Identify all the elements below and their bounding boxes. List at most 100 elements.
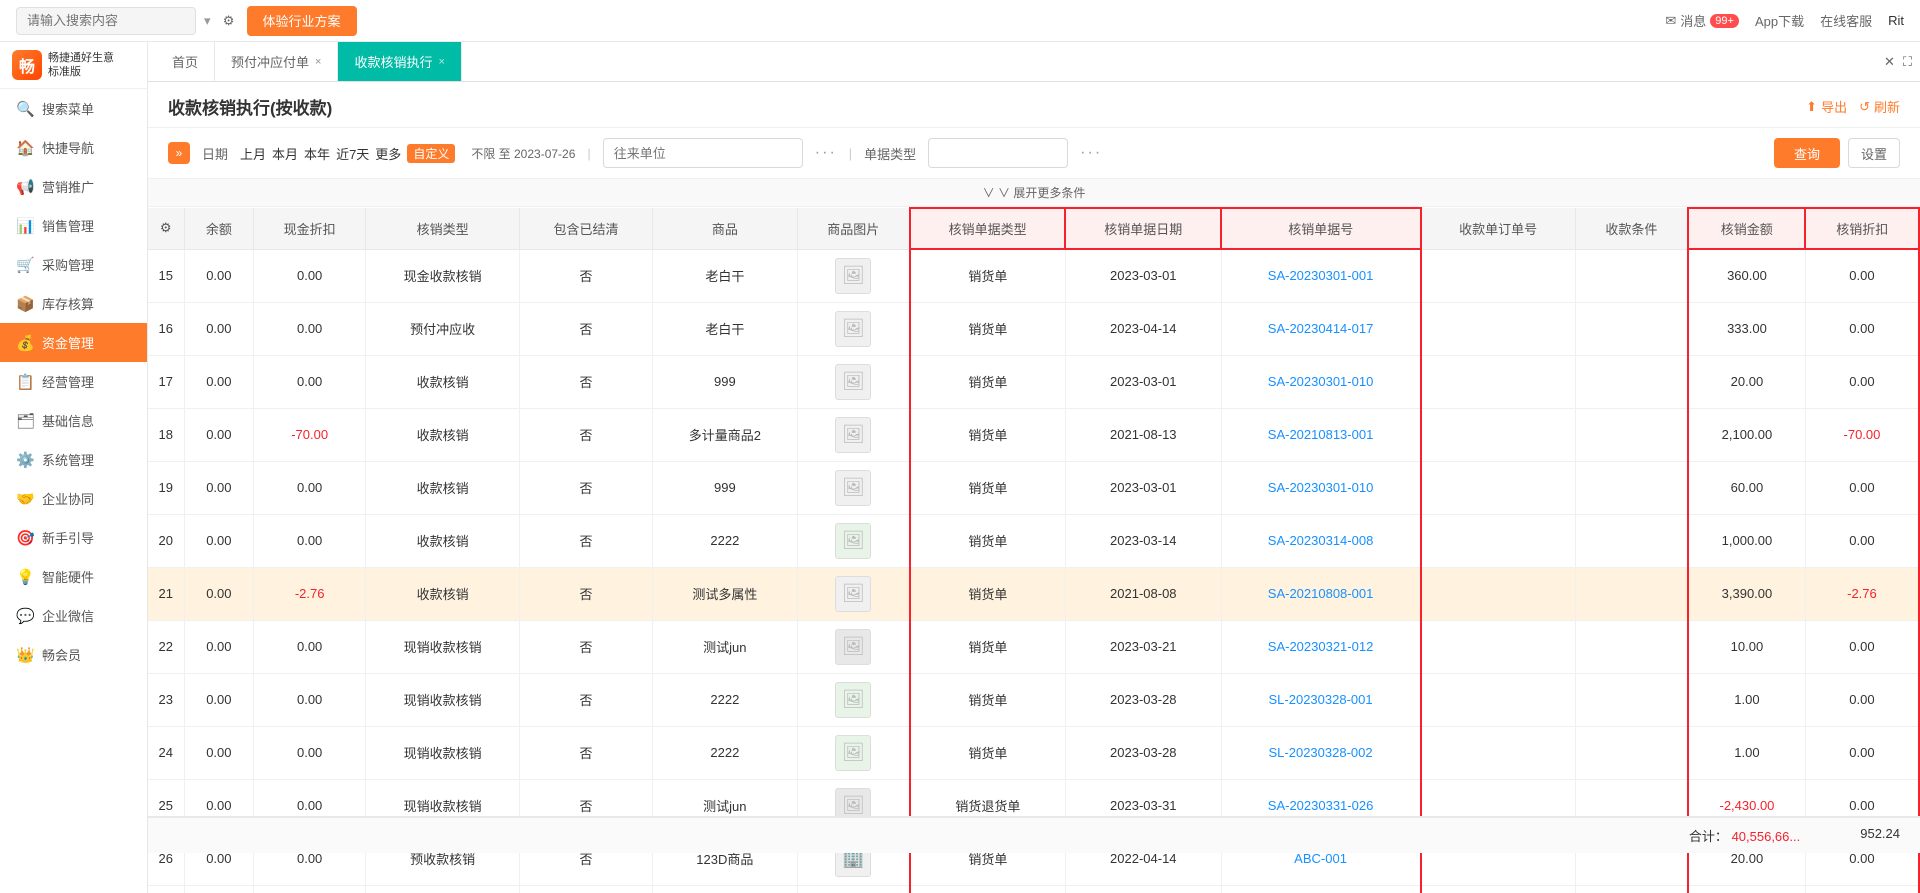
cell-included: 否 <box>520 567 653 620</box>
doc-no-link[interactable]: SA-20230301-010 <box>1268 374 1374 389</box>
gear-icon[interactable]: ⚙ <box>219 11 239 31</box>
maximize-icon[interactable]: ⛶ <box>1903 54 1912 70</box>
close-window-icon[interactable]: ✕ <box>1884 54 1895 70</box>
date-link-this-month[interactable]: 本月 <box>272 144 298 163</box>
cell-product-img: 🖼 <box>797 726 910 779</box>
cell-amount: 20.00 <box>1688 355 1805 408</box>
cell-verify-type: 现销收款核销 <box>366 885 520 893</box>
product-image: 🖼 <box>835 258 871 294</box>
user-name: Rit <box>1888 13 1904 28</box>
sidebar-item-销售管理[interactable]: 📊销售管理 <box>0 206 147 245</box>
sidebar-item-畅会员[interactable]: 👑畅会员 <box>0 635 147 674</box>
partner-input[interactable] <box>603 138 803 168</box>
tab-label: 预付冲应付单 <box>231 52 309 71</box>
expand-more-bar[interactable]: ∨ ∨ 展开更多条件 <box>148 179 1920 207</box>
doc-no-link[interactable]: SA-20230314-008 <box>1268 533 1374 548</box>
doc-no-link[interactable]: SA-20230301-001 <box>1268 268 1374 283</box>
sidebar-item-搜索菜单[interactable]: 🔍搜索菜单 <box>0 89 147 128</box>
sidebar-label: 库存核算 <box>42 294 94 313</box>
sidebar-item-系统管理[interactable]: ⚙️系统管理 <box>0 440 147 479</box>
sidebar-label: 资金管理 <box>42 333 94 352</box>
sidebar-item-资金管理[interactable]: 💰资金管理 <box>0 323 147 362</box>
doc-no-link[interactable]: SA-20210808-001 <box>1268 586 1374 601</box>
date-custom-button[interactable]: 自定义 <box>407 144 455 163</box>
tab-首页[interactable]: 首页 <box>156 42 215 81</box>
online-service-link[interactable]: 在线客服 <box>1820 11 1872 30</box>
sidebar-item-基础信息[interactable]: 🗂基础信息 <box>0 401 147 440</box>
cell-id: 23 <box>148 673 184 726</box>
doc-no-link[interactable]: SL-20230328-001 <box>1269 692 1373 707</box>
cell-cash-discount: 0.00 <box>254 673 366 726</box>
cell-balance: 0.00 <box>184 620 254 673</box>
sidebar-item-企业微信[interactable]: 💬企业微信 <box>0 596 147 635</box>
settings-button[interactable]: 设置 <box>1848 138 1900 168</box>
cell-verify-type: 收款核销 <box>366 567 520 620</box>
filter-expand-button[interactable]: » <box>168 142 190 164</box>
cell-discount: 0.00 <box>1805 302 1919 355</box>
cell-amount: 2,100.00 <box>1688 408 1805 461</box>
th-settings[interactable]: ⚙ <box>148 208 184 249</box>
table-row: 20 0.00 0.00 收款核销 否 2222 🖼 销货单 2023-03-1… <box>148 514 1919 567</box>
tab-list: 首页预付冲应付单 × 收款核销执行 × <box>156 42 462 81</box>
sidebar-item-采购管理[interactable]: 🛒采购管理 <box>0 245 147 284</box>
cell-id: 17 <box>148 355 184 408</box>
cell-doc-type: 销货单 <box>910 302 1066 355</box>
cell-product-img: 🖼 <box>797 514 910 567</box>
message-badge: 99+ <box>1710 14 1739 28</box>
table-row: 18 0.00 -70.00 收款核销 否 多计量商品2 🖼 销货单 2021-… <box>148 408 1919 461</box>
tab-收款核销执行[interactable]: 收款核销执行 × <box>338 42 461 81</box>
header-actions: ⬆ 导出 ↺ 刷新 <box>1806 97 1900 116</box>
chevron-down-icon: ▾ <box>204 13 211 29</box>
sidebar-item-营销推广[interactable]: 📢营销推广 <box>0 167 147 206</box>
cell-doc-date: 2023-03-01 <box>1065 461 1221 514</box>
doc-type-dots[interactable]: ··· <box>1080 144 1102 162</box>
cell-id: 18 <box>148 408 184 461</box>
refresh-button[interactable]: ↺ 刷新 <box>1859 97 1900 116</box>
doc-type-select[interactable] <box>928 138 1068 168</box>
doc-no-link[interactable]: SA-20230321-012 <box>1268 639 1374 654</box>
sidebar-item-库存核算[interactable]: 📦库存核算 <box>0 284 147 323</box>
cell-verify-type: 收款核销 <box>366 355 520 408</box>
message-area[interactable]: ✉ 消息 99+ <box>1665 11 1739 30</box>
tab-label: 收款核销执行 <box>354 52 432 71</box>
sidebar-item-新手引导[interactable]: 🎯新手引导 <box>0 518 147 557</box>
cell-receipt-cond <box>1575 408 1688 461</box>
date-link-7days[interactable]: 近7天 <box>336 144 369 163</box>
tab-close-icon[interactable]: × <box>438 56 444 68</box>
tab-close-icon[interactable]: × <box>315 56 321 68</box>
cell-product: 2222 <box>653 514 798 567</box>
doc-no-link[interactable]: SA-20230414-017 <box>1268 321 1374 336</box>
partner-dots[interactable]: ··· <box>815 144 837 162</box>
cell-doc-type: 销货单 <box>910 885 1066 893</box>
sidebar-item-企业协同[interactable]: 🤝企业协同 <box>0 479 147 518</box>
date-link-last-month[interactable]: 上月 <box>240 144 266 163</box>
sidebar-icon: 🛒 <box>16 256 34 274</box>
doc-no-link[interactable]: SA-20230331-026 <box>1268 798 1374 813</box>
sidebar-item-经营管理[interactable]: 📋经营管理 <box>0 362 147 401</box>
cell-included: 否 <box>520 408 653 461</box>
search-input[interactable] <box>16 7 196 35</box>
cell-doc-date: 2023-03-14 <box>1065 514 1221 567</box>
query-button[interactable]: 查询 <box>1774 138 1840 168</box>
doc-no-link[interactable]: SA-20210813-001 <box>1268 427 1374 442</box>
sidebar-items: 🔍搜索菜单🏠快捷导航📢营销推广📊销售管理🛒采购管理📦库存核算💰资金管理📋经营管理… <box>0 89 147 674</box>
date-link-more[interactable]: 更多 <box>375 144 401 163</box>
cell-product: 衣服00001 <box>653 885 798 893</box>
table-wrapper: ⚙ 余额 现金折扣 核销类型 包含已结清 商品 商品图片 核销单据类型 核销单据… <box>148 207 1920 893</box>
industry-solution-button[interactable]: 体验行业方案 <box>247 6 357 36</box>
tab-预付冲应付单[interactable]: 预付冲应付单 × <box>215 42 338 81</box>
sidebar-label: 搜索菜单 <box>42 99 94 118</box>
cell-amount: 1.00 <box>1688 673 1805 726</box>
app-download-link[interactable]: App下载 <box>1755 11 1804 30</box>
cell-amount: 3,390.00 <box>1688 567 1805 620</box>
export-button[interactable]: ⬆ 导出 <box>1806 97 1847 116</box>
cell-product-img: 🖼 <box>797 302 910 355</box>
doc-no-link[interactable]: SL-20230328-002 <box>1269 745 1373 760</box>
sidebar-item-智能硬件[interactable]: 💡智能硬件 <box>0 557 147 596</box>
logo-icon: 畅 <box>12 50 42 80</box>
date-link-this-year[interactable]: 本年 <box>304 144 330 163</box>
sidebar-item-快捷导航[interactable]: 🏠快捷导航 <box>0 128 147 167</box>
filter-separator2: | <box>849 146 852 161</box>
doc-no-link[interactable]: ABC-001 <box>1294 851 1347 866</box>
doc-no-link[interactable]: SA-20230301-010 <box>1268 480 1374 495</box>
